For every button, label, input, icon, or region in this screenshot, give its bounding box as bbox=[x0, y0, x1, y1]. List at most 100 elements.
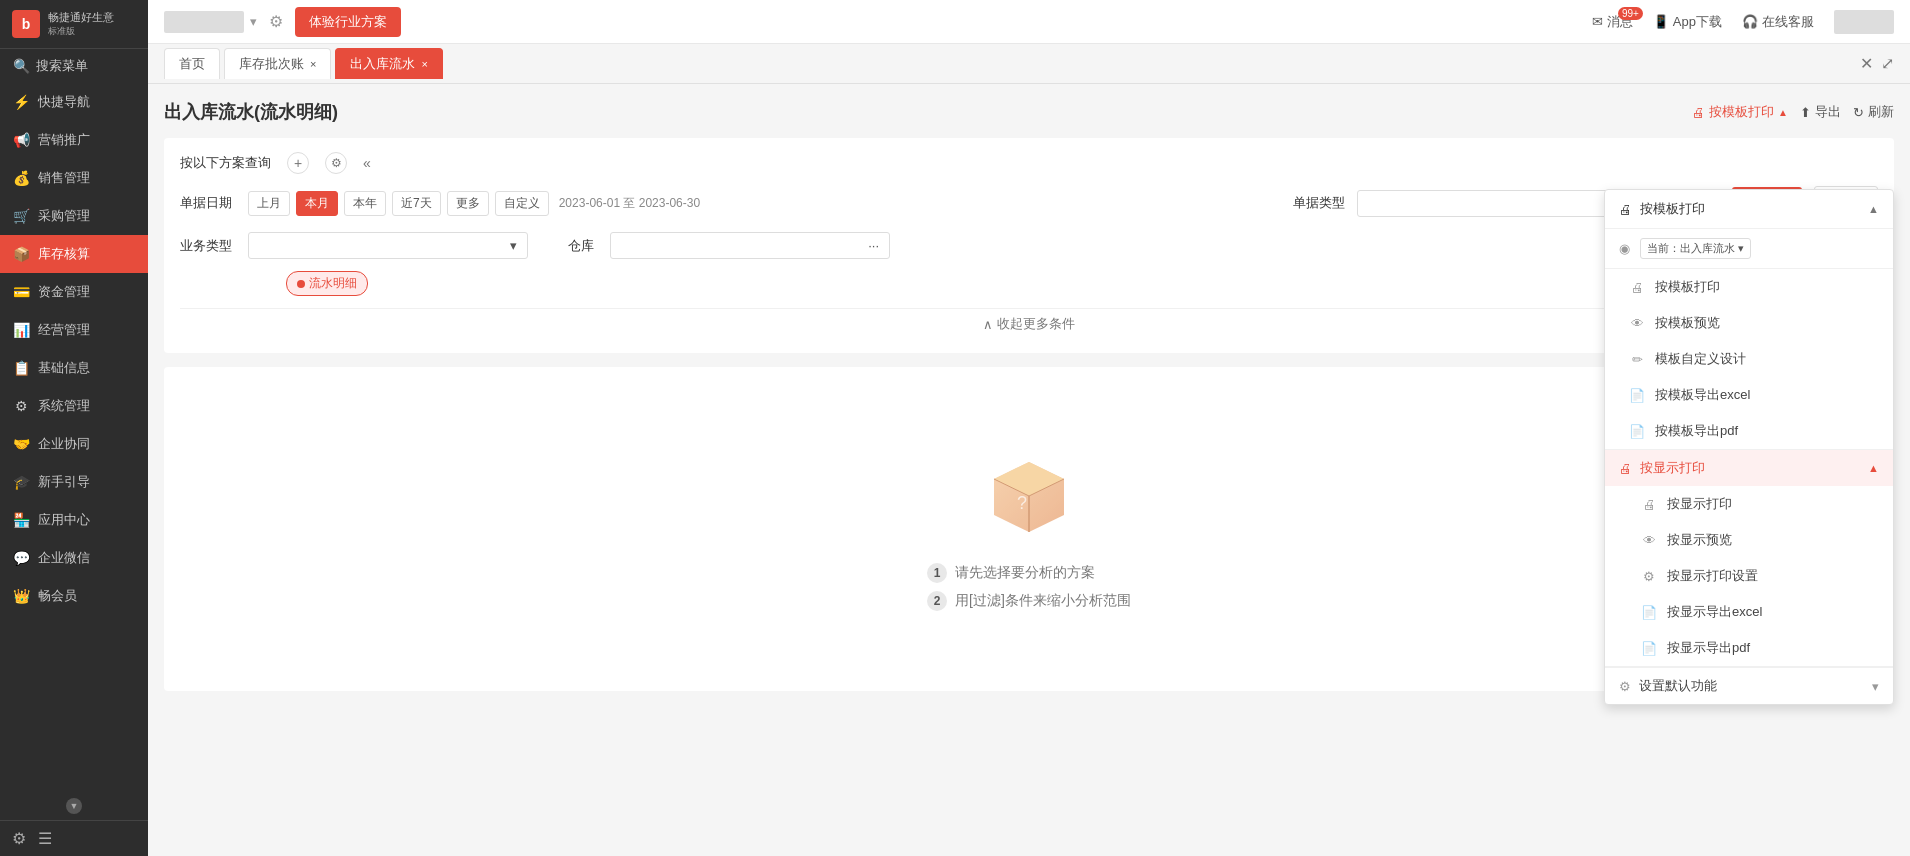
tab-close-batch-account[interactable]: × bbox=[310, 58, 316, 70]
display-excel-icon: 📄 bbox=[1641, 604, 1657, 620]
template-excel-icon: 📄 bbox=[1629, 387, 1645, 403]
user-avatar[interactable] bbox=[1834, 10, 1894, 34]
page-header: 出入库流水(流水明细) 🖨 按模板打印 ▲ ⬆ 导出 ↻ 刷新 bbox=[164, 100, 1894, 124]
dropdown-panel: 🖨 按模板打印 ▲ ◉ 当前：出入库流水 ▾ 🖨 bbox=[1604, 189, 1894, 705]
tab-stock-flow[interactable]: 出入库流水 × bbox=[335, 48, 442, 79]
template-print-list-icon: 🖨 bbox=[1629, 279, 1645, 295]
service-icon: 🎧 bbox=[1742, 14, 1758, 29]
tabbar-expand-button[interactable]: ⤢ bbox=[1881, 54, 1894, 73]
date-btn-last-month[interactable]: 上月 bbox=[248, 191, 290, 216]
user-dropdown-icon[interactable]: ▾ bbox=[250, 14, 257, 29]
sidebar-scroll-down[interactable]: ▼ bbox=[66, 798, 82, 814]
filter-add-button[interactable]: + bbox=[287, 152, 309, 174]
industry-solution-button[interactable]: 体验行业方案 bbox=[295, 7, 401, 37]
dropdown-current-item[interactable]: ◉ 当前：出入库流水 ▾ bbox=[1605, 229, 1893, 268]
sidebar-item-wechat[interactable]: 💬 企业微信 bbox=[0, 539, 148, 577]
filter-tag-item[interactable]: 流水明细 bbox=[286, 271, 368, 296]
dropdown-display-excel-item[interactable]: 📄 按显示导出excel bbox=[1605, 594, 1893, 630]
sidebar-item-sales[interactable]: 💰 销售管理 bbox=[0, 159, 148, 197]
sidebar-item-base-info[interactable]: 📋 基础信息 bbox=[0, 349, 148, 387]
warehouse-select[interactable]: ··· bbox=[610, 232, 890, 259]
footer-menu-icon[interactable]: ☰ bbox=[38, 829, 52, 848]
sidebar-item-finance[interactable]: 💳 资金管理 bbox=[0, 273, 148, 311]
dropdown-display-preview-item[interactable]: 👁 按显示预览 bbox=[1605, 522, 1893, 558]
template-print-button[interactable]: 🖨 按模板打印 ▲ bbox=[1692, 103, 1788, 121]
sidebar-footer: ⚙ ☰ bbox=[0, 820, 148, 856]
wechat-icon: 💬 bbox=[12, 549, 30, 567]
sidebar-item-search[interactable]: 🔍 搜索菜单 bbox=[0, 49, 148, 83]
online-service-button[interactable]: 🎧 在线客服 bbox=[1742, 13, 1814, 31]
dropdown-display-print-item[interactable]: 🖨 按显示打印 bbox=[1605, 486, 1893, 522]
date-btn-this-month[interactable]: 本月 bbox=[296, 191, 338, 216]
export-button[interactable]: ⬆ 导出 bbox=[1800, 103, 1841, 121]
empty-steps: 1 请先选择要分析的方案 2 用[过滤]条件来缩小分析范围 bbox=[927, 563, 1131, 611]
date-filter: 上月 本月 本年 近7天 更多 自定义 2023-06-01 至 2023-06… bbox=[248, 191, 700, 216]
dropdown-template-pdf-item[interactable]: 📄 按模板导出pdf bbox=[1605, 413, 1893, 449]
guide-icon: 🎓 bbox=[12, 473, 30, 491]
empty-icon: ? bbox=[979, 447, 1079, 547]
tab-close-stock-flow[interactable]: × bbox=[421, 58, 427, 70]
message-button[interactable]: ✉ 消息 99+ bbox=[1592, 13, 1633, 31]
dropdown-title: 🖨 按模板打印 bbox=[1619, 200, 1705, 218]
sidebar-item-app-center[interactable]: 🏪 应用中心 bbox=[0, 501, 148, 539]
marketing-icon: 📢 bbox=[12, 131, 30, 149]
dropdown-template-design-item[interactable]: ✏ 模板自定义设计 bbox=[1605, 341, 1893, 377]
base-info-icon: 📋 bbox=[12, 359, 30, 377]
sidebar-item-enterprise[interactable]: 🤝 企业协同 bbox=[0, 425, 148, 463]
refresh-icon: ↻ bbox=[1853, 105, 1864, 120]
display-settings-icon: ⚙ bbox=[1641, 568, 1657, 584]
display-print-icon: 🖨 bbox=[1641, 496, 1657, 512]
current-icon: ◉ bbox=[1619, 241, 1630, 256]
sidebar-logo: b 畅捷通好生意 标准版 bbox=[0, 0, 148, 49]
date-btn-more[interactable]: 更多 bbox=[447, 191, 489, 216]
biz-type-select[interactable]: ▾ bbox=[248, 232, 528, 259]
dropdown-print-icon: 🖨 bbox=[1619, 202, 1632, 217]
quick-nav-icon: ⚡ bbox=[12, 93, 30, 111]
sidebar-item-guide[interactable]: 🎓 新手引导 bbox=[0, 463, 148, 501]
dropdown-display-pdf-item[interactable]: 📄 按显示导出pdf bbox=[1605, 630, 1893, 666]
purchase-icon: 🛒 bbox=[12, 207, 30, 225]
dropdown-template-print-item[interactable]: 🖨 按模板打印 bbox=[1605, 269, 1893, 305]
tabbar-close-button[interactable]: ✕ bbox=[1860, 54, 1873, 73]
app-download-button[interactable]: 📱 App下载 bbox=[1653, 13, 1722, 31]
search-icon: 🔍 bbox=[12, 57, 30, 75]
dropdown-template-excel-item[interactable]: 📄 按模板导出excel bbox=[1605, 377, 1893, 413]
template-pdf-icon: 📄 bbox=[1629, 423, 1645, 439]
dropdown-footer-item[interactable]: ⚙ 设置默认功能 ▾ bbox=[1605, 667, 1893, 704]
sidebar-item-purchase[interactable]: 🛒 采购管理 bbox=[0, 197, 148, 235]
tabbar-right-actions: ✕ ⤢ bbox=[1860, 54, 1894, 73]
main-area: ▾ ⚙ 体验行业方案 ✉ 消息 99+ 📱 App下载 🎧 在线客服 bbox=[148, 0, 1910, 856]
topbar-gear-icon[interactable]: ⚙ bbox=[269, 12, 283, 31]
sidebar-item-quick-nav[interactable]: ⚡ 快捷导航 bbox=[0, 83, 148, 121]
sidebar-item-system[interactable]: ⚙ 系统管理 bbox=[0, 387, 148, 425]
app-download-icon: 📱 bbox=[1653, 14, 1669, 29]
template-preview-icon: 👁 bbox=[1629, 315, 1645, 331]
app-name: 畅捷通好生意 标准版 bbox=[48, 10, 114, 38]
filter-collapse-button[interactable]: « bbox=[363, 155, 371, 171]
date-btn-last-7-days[interactable]: 近7天 bbox=[392, 191, 441, 216]
topbar-right: ✉ 消息 99+ 📱 App下载 🎧 在线客服 bbox=[1592, 10, 1894, 34]
topbar-user: ▾ bbox=[164, 11, 257, 33]
refresh-button[interactable]: ↻ 刷新 bbox=[1853, 103, 1894, 121]
sidebar-item-marketing[interactable]: 📢 营销推广 bbox=[0, 121, 148, 159]
dropdown-display-section-header[interactable]: 🖨 按显示打印 ▲ bbox=[1605, 450, 1893, 486]
membership-icon: 👑 bbox=[12, 587, 30, 605]
filter-gear-button[interactable]: ⚙ bbox=[325, 152, 347, 174]
date-btn-custom[interactable]: 自定义 bbox=[495, 191, 549, 216]
tab-batch-account[interactable]: 库存批次账 × bbox=[224, 48, 331, 79]
dropdown-header: 🖨 按模板打印 ▲ bbox=[1605, 190, 1893, 229]
sidebar-item-operations[interactable]: 📊 经营管理 bbox=[0, 311, 148, 349]
operations-icon: 📊 bbox=[12, 321, 30, 339]
tab-home[interactable]: 首页 bbox=[164, 48, 220, 79]
dropdown-display-settings-item[interactable]: ⚙ 按显示打印设置 bbox=[1605, 558, 1893, 594]
empty-step-2: 2 用[过滤]条件来缩小分析范围 bbox=[927, 591, 1131, 611]
export-icon: ⬆ bbox=[1800, 105, 1811, 120]
dropdown-chevron-up-icon[interactable]: ▲ bbox=[1868, 203, 1879, 215]
filter-row-top: 按以下方案查询 + ⚙ « bbox=[180, 152, 1878, 174]
date-btn-this-year[interactable]: 本年 bbox=[344, 191, 386, 216]
empty-step-1: 1 请先选择要分析的方案 bbox=[927, 563, 1131, 583]
sidebar-item-inventory[interactable]: 📦 库存核算 bbox=[0, 235, 148, 273]
dropdown-template-preview-item[interactable]: 👁 按模板预览 bbox=[1605, 305, 1893, 341]
footer-settings-icon[interactable]: ⚙ bbox=[12, 829, 26, 848]
sidebar-item-membership[interactable]: 👑 畅会员 bbox=[0, 577, 148, 615]
